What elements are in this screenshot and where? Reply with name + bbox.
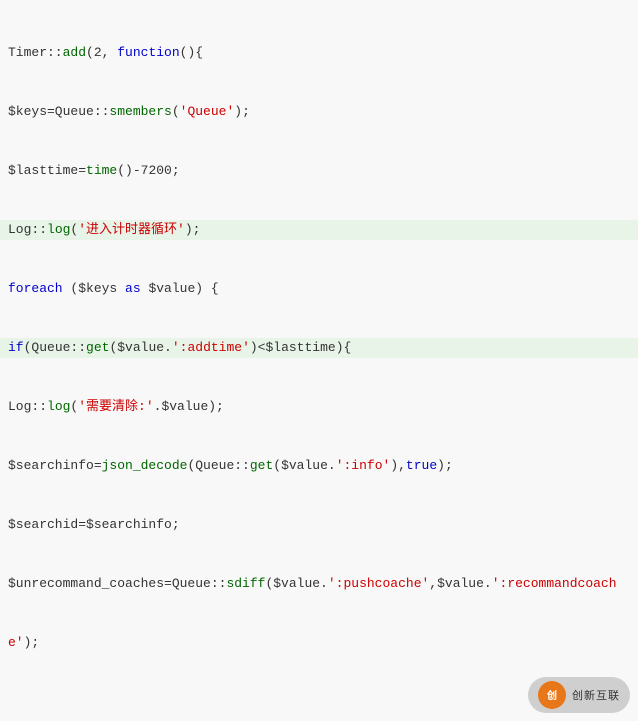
code-line: $searchid=$searchinfo; (0, 515, 638, 535)
code-line: $lasttime=time()-7200; (0, 161, 638, 181)
code-container: Timer::add(2, function(){ $keys=Queue::s… (0, 0, 638, 721)
svg-text:创: 创 (546, 689, 557, 702)
code-line: Log::log('需要清除:'.$value); (0, 397, 638, 417)
code-line: $keys=Queue::smembers('Queue'); (0, 102, 638, 122)
code-line: if(Queue::get($value.':addtime')<$lastti… (0, 338, 638, 358)
code-line: $unrecommand_coaches=Queue::sdiff($value… (0, 574, 638, 594)
code-line: foreach ($keys as $value) { (0, 279, 638, 299)
code-line: Timer::add(2, function(){ (0, 43, 638, 63)
watermark-logo: 创 (538, 681, 566, 709)
watermark-text: 创新互联 (572, 687, 620, 703)
logo-icon: 创 (541, 684, 563, 706)
code-line: Log::log('进入计时器循环'); (0, 220, 638, 240)
code-block-timer: Timer::add(2, function(){ $keys=Queue::s… (0, 0, 638, 721)
code-line: e'); (0, 633, 638, 653)
watermark: 创 创新互联 (528, 677, 630, 713)
code-line: $searchinfo=json_decode(Queue::get($valu… (0, 456, 638, 476)
